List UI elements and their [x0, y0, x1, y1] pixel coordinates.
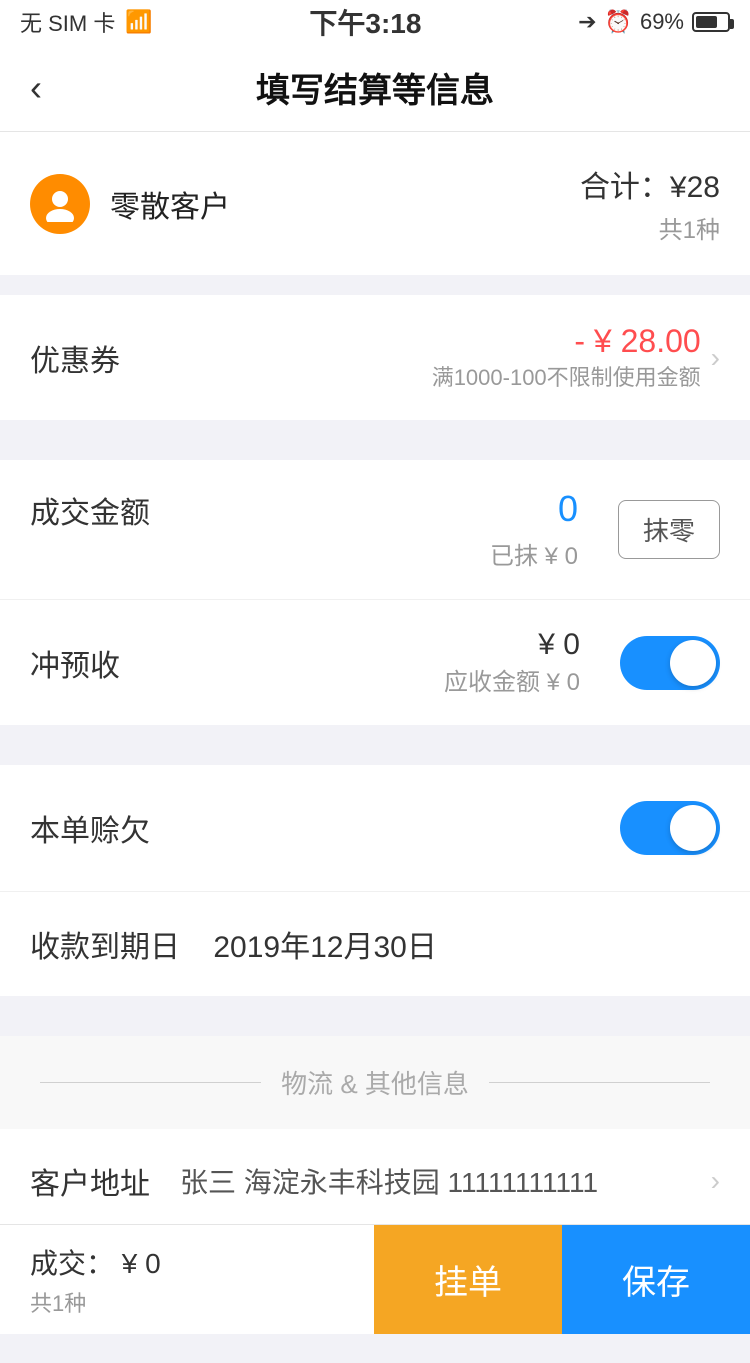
coupon-row[interactable]: 优惠券 - ¥ 28.00 满1000-100不限制使用金额 ›: [0, 295, 750, 420]
deal-right: 0 已抹 ¥ 0: [490, 488, 578, 571]
status-bar: 无 SIM 卡 📶 下午3:18 ➔ ⏰ 69%: [0, 0, 750, 44]
bottom-info: 成交： ¥ 0 共1种: [0, 1225, 374, 1334]
deal-amount-label: 成交金额: [30, 488, 150, 532]
coupon-section[interactable]: 优惠券 - ¥ 28.00 满1000-100不限制使用金额 ›: [0, 295, 750, 420]
deal-value-row: 0 已抹 ¥ 0 抹零: [490, 488, 720, 571]
separator-3: [0, 1016, 750, 1036]
wifi-icon: 📶: [125, 9, 152, 35]
debit-toggle[interactable]: [620, 801, 720, 855]
customer-section: 零散客户 合计：¥28 共1种: [0, 132, 750, 275]
customer-row: 零散客户 合计：¥28 共1种: [0, 132, 750, 275]
coupon-value: - ¥ 28.00: [574, 323, 700, 360]
deal-value: 0: [558, 488, 578, 530]
status-right: ➔ ⏰ 69%: [578, 9, 730, 35]
due-date-row: 收款到期日 2019年12月30日: [0, 891, 750, 996]
divider-line-left: [40, 1082, 261, 1083]
customer-name: 零散客户: [110, 182, 230, 226]
address-label: 客户地址: [30, 1159, 150, 1203]
customer-total: 合计：¥28 共1种: [580, 162, 720, 245]
debit-row: 本单赊欠: [0, 765, 750, 891]
pre-sub: 应收金额 ¥ 0: [444, 662, 580, 697]
pre-collection-toggle[interactable]: [620, 636, 720, 690]
customer-info: 零散客户: [30, 174, 230, 234]
pre-collection-label: 冲预收: [30, 641, 120, 685]
sim-label: 无 SIM 卡: [20, 6, 115, 38]
debit-label: 本单赊欠: [30, 806, 150, 850]
total-amount: 合计：¥28: [580, 162, 720, 206]
address-section[interactable]: 客户地址 张三 海淀永丰科技园 11111111111 ›: [0, 1129, 750, 1233]
coupon-value-block: - ¥ 28.00 满1000-100不限制使用金额 ›: [432, 323, 720, 392]
total-count: 共1种: [580, 210, 720, 245]
debit-toggle-knob: [670, 805, 716, 851]
location-icon: ➔: [578, 9, 596, 35]
nav-bar: ‹ 填写结算等信息: [0, 44, 750, 132]
page-title: 填写结算等信息: [256, 63, 494, 112]
logistics-divider: 物流 & 其他信息: [0, 1036, 750, 1129]
divider-line-right: [489, 1082, 710, 1083]
chevron-right-icon: ›: [711, 342, 720, 374]
deal-amount-row: 成交金额 0 已抹 ¥ 0 抹零: [0, 460, 750, 599]
pre-amount: ¥ 0: [538, 628, 580, 662]
bottom-count: 共1种: [30, 1286, 344, 1318]
due-date-value: 2019年12月30日: [213, 931, 436, 964]
deal-sub: 已抹 ¥ 0: [490, 536, 578, 571]
coupon-label: 优惠券: [30, 336, 120, 380]
back-button[interactable]: ‹: [30, 67, 42, 109]
address-row[interactable]: 客户地址 张三 海淀永丰科技园 11111111111 ›: [0, 1129, 750, 1233]
debit-section: 本单赊欠 收款到期日 2019年12月30日: [0, 765, 750, 996]
pre-right: ¥ 0 应收金额 ¥ 0: [444, 628, 720, 697]
due-date-label: 收款到期日 2019年12月30日: [30, 931, 437, 964]
address-value: 张三 海淀永丰科技园 11111111111: [180, 1161, 701, 1201]
coupon-subtext: 满1000-100不限制使用金额: [432, 360, 701, 392]
pre-collection-row: 冲预收 ¥ 0 应收金额 ¥ 0: [0, 599, 750, 725]
round-off-button[interactable]: 抹零: [618, 500, 720, 559]
status-time: 下午3:18: [309, 2, 421, 42]
toggle-knob: [670, 640, 716, 686]
status-left: 无 SIM 卡 📶: [20, 6, 153, 38]
separator-2: [0, 745, 750, 765]
save-button[interactable]: 保存: [562, 1225, 750, 1334]
bottom-bar: 成交： ¥ 0 共1种 挂单 保存: [0, 1224, 750, 1334]
pre-amount-block: ¥ 0 应收金额 ¥ 0: [444, 628, 580, 697]
coupon-right: - ¥ 28.00 满1000-100不限制使用金额: [432, 323, 701, 392]
deal-section: 成交金额 0 已抹 ¥ 0 抹零 冲预收 ¥ 0 应收金额 ¥ 0: [0, 460, 750, 725]
alarm-icon: ⏰: [605, 9, 632, 35]
battery-percent: 69%: [640, 9, 684, 35]
bottom-deal-amount: 成交： ¥ 0: [30, 1242, 344, 1282]
separator-1: [0, 440, 750, 460]
address-chevron-icon: ›: [711, 1165, 720, 1197]
avatar: [30, 174, 90, 234]
battery-icon: [692, 12, 730, 32]
hang-button[interactable]: 挂单: [374, 1225, 562, 1334]
logistics-label: 物流 & 其他信息: [261, 1064, 489, 1101]
